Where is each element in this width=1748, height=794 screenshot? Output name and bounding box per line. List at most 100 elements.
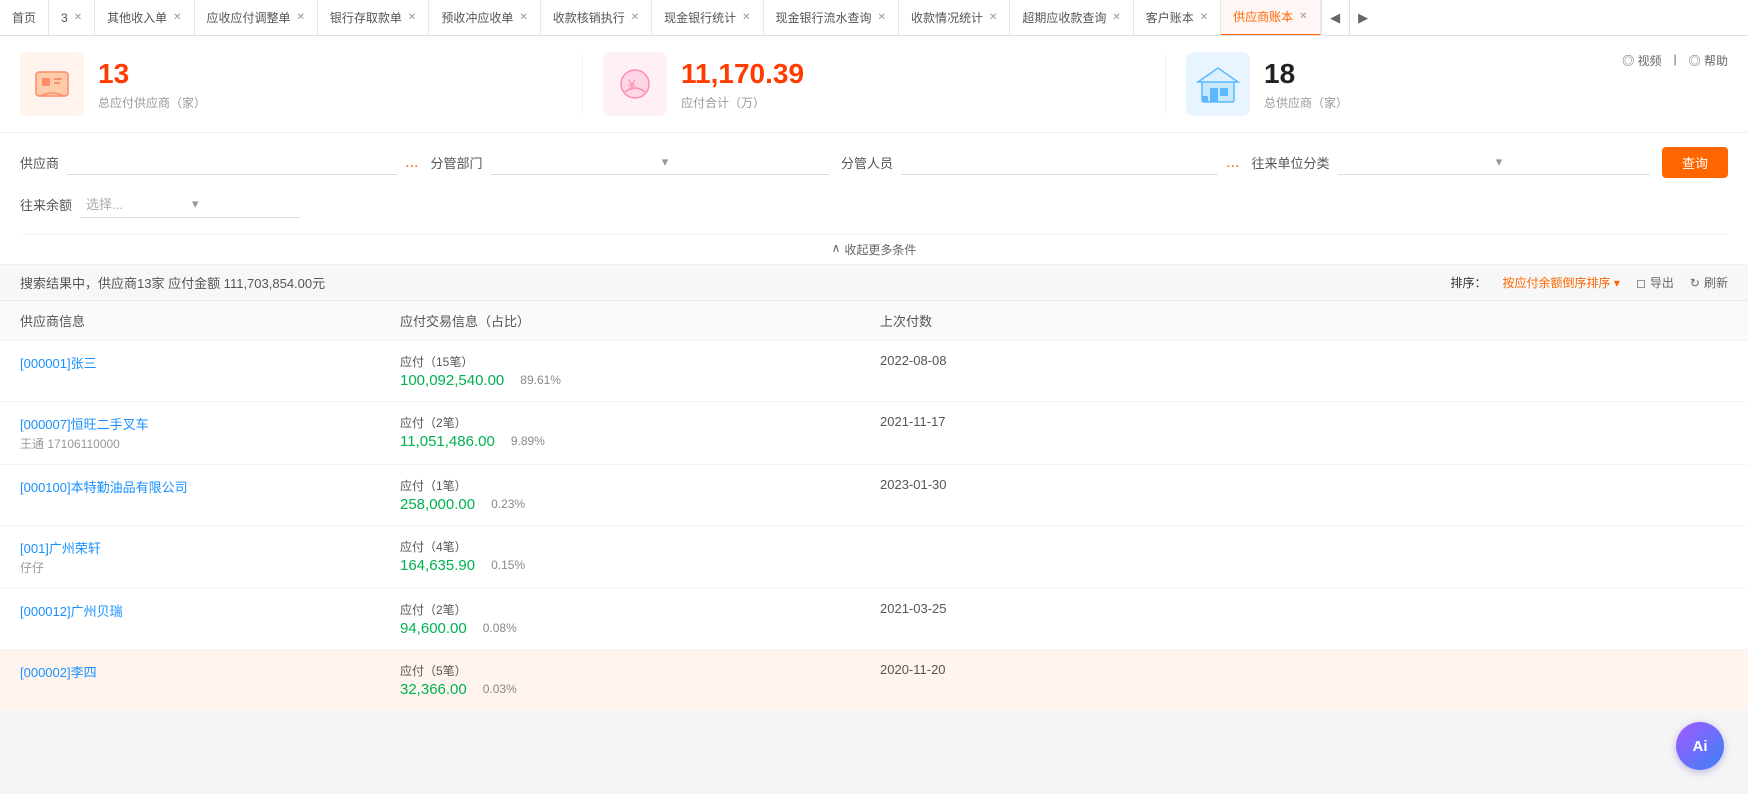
ai-button[interactable]: Ai — [1676, 722, 1724, 770]
category-filter-select[interactable]: ▾ — [1338, 150, 1650, 175]
stat-card-payable: ¥ 11,170.39 应付合计（万） — [603, 52, 1145, 116]
query-button[interactable]: 查询 — [1662, 147, 1728, 178]
close-icon[interactable]: ✕ — [989, 12, 997, 23]
transaction-cell-0: 应付（15笔） 100,092,540.00 89.61% — [400, 353, 880, 389]
supplier-link-3[interactable]: [001]广州荣轩 — [20, 541, 101, 556]
sort-label: 排序： — [1451, 274, 1487, 291]
help-link[interactable]: ◎ 帮助 — [1689, 52, 1728, 69]
tx-row-0: 100,092,540.00 89.61% — [400, 370, 880, 389]
tx-amount-3[interactable]: 164,635.90 — [400, 557, 475, 574]
refresh-icon: ↻ — [1690, 276, 1700, 290]
close-icon[interactable]: ✕ — [173, 12, 181, 23]
person-filter-label: 分管人员 — [841, 153, 893, 172]
filter-bar: 供应商 ... 分管部门 ▾ 分管人员 ... 往来单位分类 ▾ — [0, 133, 1748, 265]
stat-info-total: 18 总供应商（家） — [1264, 57, 1348, 112]
refresh-button[interactable]: ↻ 刷新 — [1690, 274, 1728, 291]
nav-next-arrow[interactable]: ▶ — [1349, 0, 1377, 36]
lastpay-cell-0: 2022-08-08 — [880, 353, 1728, 368]
tx-amount-5[interactable]: 32,366.00 — [400, 681, 467, 698]
stat-number-suppliers: 13 — [98, 57, 206, 91]
close-icon[interactable]: ✕ — [297, 12, 305, 23]
table-header: 供应商信息 应付交易信息（占比） 上次付数 — [0, 301, 1748, 341]
tab-customer-ledger[interactable]: 客户账本 ✕ — [1134, 0, 1221, 36]
tx-amount-1[interactable]: 11,051,486.00 — [400, 433, 495, 450]
tx-row-3: 164,635.90 0.15% — [400, 555, 880, 574]
tx-pct-5: 0.03% — [483, 682, 517, 696]
col-header-supplier: 供应商信息 — [20, 311, 400, 330]
tx-label-1: 应付（2笔） — [400, 416, 467, 430]
tab-prepay-offset[interactable]: 预收冲应收单 ✕ — [429, 0, 540, 36]
tx-amount-4[interactable]: 94,600.00 — [400, 620, 467, 637]
tab-other-income[interactable]: 其他收入单 ✕ — [95, 0, 194, 36]
supplier-link-0[interactable]: [000001]张三 — [20, 356, 97, 371]
tx-label-3: 应付（4笔） — [400, 540, 467, 554]
tab-home[interactable]: 首页 — [0, 0, 49, 36]
supplier-filter-dots[interactable]: ... — [405, 154, 418, 172]
stat-card-suppliers: 13 总应付供应商（家） — [20, 52, 562, 116]
stats-bar: 13 总应付供应商（家） ¥ 11,170.39 应付合计（万） — [0, 36, 1748, 133]
dept-chevron-icon: ▾ — [662, 154, 823, 170]
lastpay-date-0: 2022-08-08 — [880, 353, 947, 368]
tx-pct-2: 0.23% — [491, 497, 525, 511]
tab-cashbank-flow[interactable]: 现金银行流水查询 ✕ — [764, 0, 899, 36]
collapse-bar[interactable]: ∧ 收起更多条件 — [20, 234, 1728, 264]
tx-pct-0: 89.61% — [520, 373, 561, 387]
tx-amount-2[interactable]: 258,000.00 — [400, 496, 475, 513]
balance-filter-select[interactable]: 选择... ▾ — [80, 190, 300, 218]
close-icon[interactable]: ✕ — [1299, 11, 1307, 22]
supplier-link-5[interactable]: [000002]李四 — [20, 665, 97, 680]
dept-filter-label: 分管部门 — [431, 153, 483, 172]
supplier-link-1[interactable]: [000007]恒旺二手叉车 — [20, 417, 149, 432]
lastpay-date-5: 2020-11-20 — [880, 662, 946, 677]
sort-select[interactable]: 按应付余额倒序排序 ▾ — [1503, 274, 1620, 291]
filter-person: 分管人员 ... — [841, 151, 1240, 175]
tx-pct-3: 0.15% — [491, 558, 525, 572]
export-icon: ◻ — [1636, 276, 1646, 290]
person-filter-input[interactable] — [901, 151, 1218, 175]
supplier-link-4[interactable]: [000012]广州贝瑞 — [20, 604, 123, 619]
store-icon — [1186, 52, 1250, 116]
stat-label-total: 总供应商（家） — [1264, 94, 1348, 111]
tx-label-2: 应付（1笔） — [400, 479, 467, 493]
close-icon[interactable]: ✕ — [74, 12, 82, 23]
tab-supplier-ledger[interactable]: 供应商账本 ✕ — [1221, 0, 1320, 36]
filter-supplier: 供应商 ... — [20, 151, 419, 175]
supplier-filter-input[interactable] — [67, 151, 397, 175]
filter-balance: 往来余额 选择... ▾ — [20, 190, 300, 218]
tx-row-5: 32,366.00 0.03% — [400, 679, 880, 698]
tx-pct-1: 9.89% — [511, 434, 545, 448]
close-icon[interactable]: ✕ — [519, 12, 527, 23]
close-icon[interactable]: ✕ — [631, 12, 639, 23]
lastpay-cell-2: 2023-01-30 — [880, 477, 1728, 492]
transaction-cell-2: 应付（1笔） 258,000.00 0.23% — [400, 477, 880, 513]
tab-cashbank-stat[interactable]: 现金银行统计 ✕ — [652, 0, 763, 36]
person-filter-dots[interactable]: ... — [1226, 154, 1239, 172]
stat-number-total: 18 — [1264, 57, 1348, 91]
nav-prev-arrow[interactable]: ◀ — [1321, 0, 1349, 36]
supplier-link-2[interactable]: [000100]本特勤油品有限公司 — [20, 480, 188, 495]
export-button[interactable]: ◻ 导出 — [1636, 274, 1674, 291]
close-icon[interactable]: ✕ — [408, 12, 416, 23]
close-icon[interactable]: ✕ — [878, 12, 886, 23]
lastpay-cell-4: 2021-03-25 — [880, 601, 1728, 616]
tab-collection-stat[interactable]: 收款情况统计 ✕ — [899, 0, 1010, 36]
supplier-cell-5: [000002]李四 — [20, 662, 400, 681]
collapse-label: 收起更多条件 — [844, 241, 916, 258]
video-link[interactable]: ◎ 视频 — [1622, 52, 1661, 69]
close-icon[interactable]: ✕ — [1112, 12, 1120, 23]
tx-label-5: 应付（5笔） — [400, 664, 467, 678]
tab-ar-ap-adjust[interactable]: 应收应付调整单 ✕ — [195, 0, 318, 36]
tab-3[interactable]: 3 ✕ — [49, 0, 95, 36]
close-icon[interactable]: ✕ — [1200, 12, 1208, 23]
close-icon[interactable]: ✕ — [742, 12, 750, 23]
tab-bank-deposit[interactable]: 银行存取款单 ✕ — [318, 0, 429, 36]
supplier-table: 供应商信息 应付交易信息（占比） 上次付数 [000001]张三 应付（15笔）… — [0, 301, 1748, 711]
tab-overdue-query[interactable]: 超期应收款查询 ✕ — [1010, 0, 1133, 36]
table-row: [000001]张三 应付（15笔） 100,092,540.00 89.61%… — [0, 341, 1748, 402]
balance-chevron-icon: ▾ — [192, 196, 294, 212]
tab-collection-exec[interactable]: 收款核销执行 ✕ — [541, 0, 652, 36]
transaction-cell-4: 应付（2笔） 94,600.00 0.08% — [400, 601, 880, 637]
result-actions: 排序： 按应付余额倒序排序 ▾ ◻ 导出 ↻ 刷新 — [1451, 274, 1728, 291]
tx-amount-0[interactable]: 100,092,540.00 — [400, 372, 504, 389]
dept-filter-select[interactable]: ▾ — [491, 150, 829, 175]
